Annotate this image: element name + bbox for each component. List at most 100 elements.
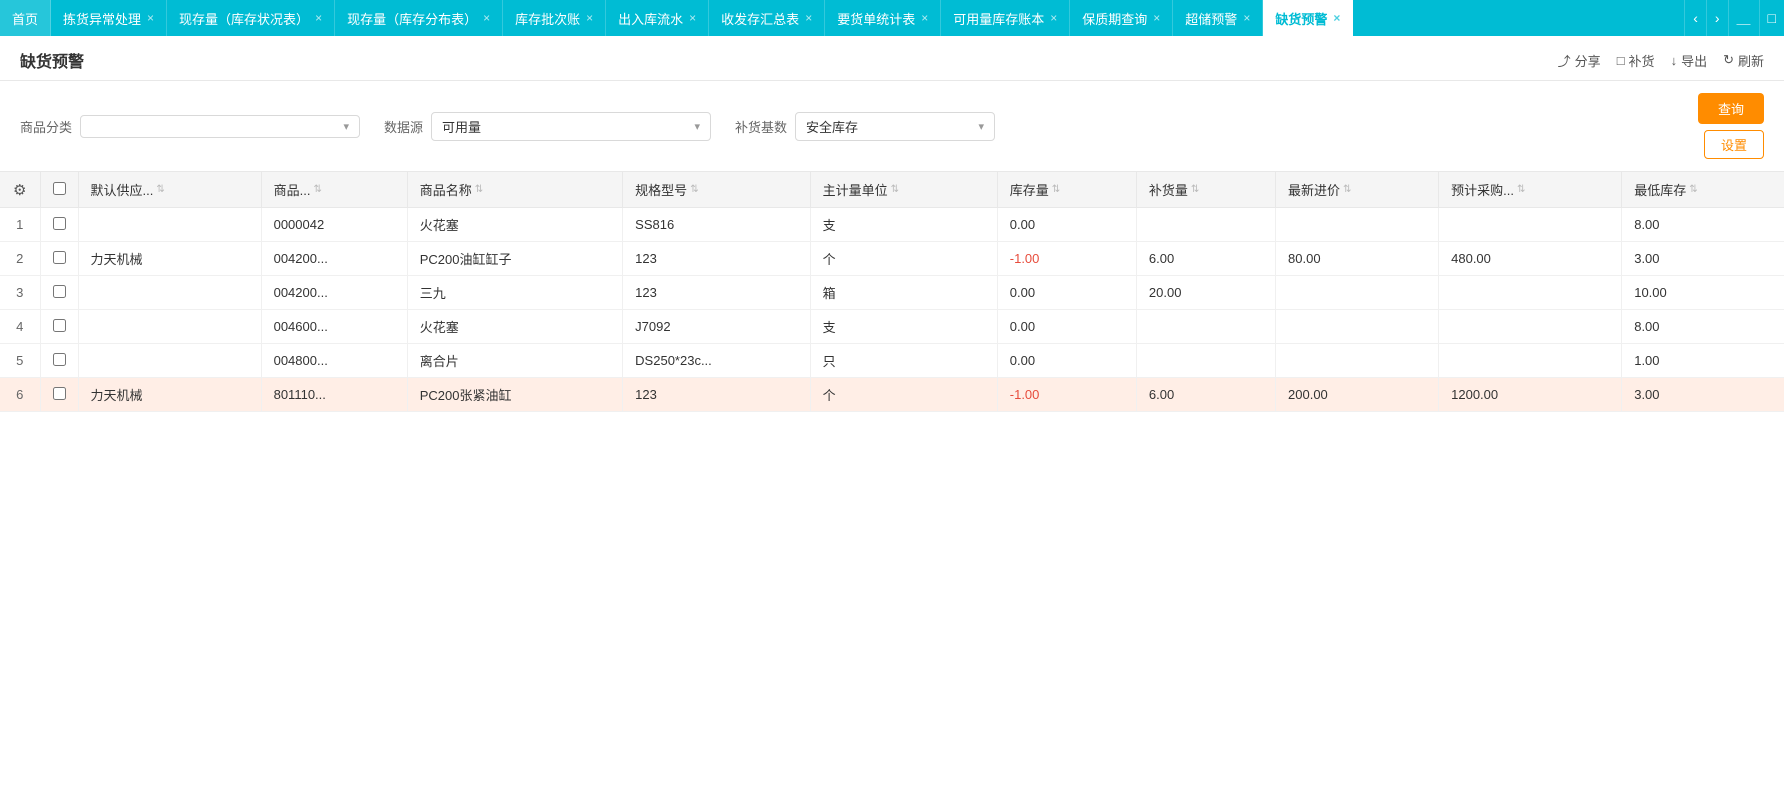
cell-stock-qty: 0.00 [997, 344, 1136, 378]
minimize-button[interactable]: ＿ [1728, 0, 1759, 36]
th-product-name: 商品名称 ⇅ [407, 172, 622, 208]
replenish-basis-label: 补货基数 [735, 117, 787, 136]
cell-supplier [78, 344, 261, 378]
tab-expiry-query[interactable]: 保质期查询 × [1070, 0, 1173, 36]
tab-close-icon[interactable]: × [1243, 12, 1250, 24]
tab-inventory-status[interactable]: 现存量（库存状况表） × [167, 0, 335, 36]
share-icon: ⤴ [1558, 51, 1571, 70]
cell-product-code: 801110... [261, 378, 407, 412]
cell-estimated-purchase [1439, 276, 1622, 310]
cell-unit: 只 [810, 344, 997, 378]
cell-index: 5 [0, 344, 40, 378]
cell-product-code: 004200... [261, 276, 407, 310]
tab-label: 收发存汇总表 [721, 9, 799, 28]
cell-min-stock: 1.00 [1622, 344, 1784, 378]
cell-index: 6 [0, 378, 40, 412]
tab-batch-account[interactable]: 库存批次账× [503, 0, 606, 36]
cell-stock-qty: 0.00 [997, 276, 1136, 310]
cell-estimated-purchase: 480.00 [1439, 242, 1622, 276]
export-icon: ↓ [1671, 53, 1678, 68]
setting-button[interactable]: 设置 [1704, 130, 1764, 159]
cell-unit: 箱 [810, 276, 997, 310]
cell-product-name: 离合片 [407, 344, 622, 378]
row-checkbox[interactable] [53, 319, 66, 332]
cell-unit: 支 [810, 310, 997, 344]
th-settings: ⚙ [0, 172, 40, 208]
tab-overstock[interactable]: 超储预警 × [1173, 0, 1263, 36]
tab-prev-button[interactable]: ‹ [1684, 0, 1706, 36]
tab-collect-summary[interactable]: 收发存汇总表 × [709, 0, 825, 36]
cell-replenish-qty: 6.00 [1136, 242, 1275, 276]
cell-latest-price: 80.00 [1276, 242, 1439, 276]
export-button[interactable]: ↓ 导出 [1671, 51, 1708, 70]
th-spec: 规格型号 ⇅ [623, 172, 810, 208]
refresh-button[interactable]: ↻ 刷新 [1723, 51, 1764, 70]
sort-price-icon: ⇅ [1343, 184, 1351, 195]
cell-unit: 个 [810, 378, 997, 412]
tab-close-icon[interactable]: × [921, 12, 928, 24]
tab-shortage[interactable]: 缺货预警× [1263, 0, 1353, 36]
category-select[interactable]: ▾ [80, 115, 360, 138]
query-button[interactable]: 查询 [1698, 93, 1764, 124]
row-checkbox[interactable] [53, 217, 66, 230]
cell-checkbox [40, 242, 78, 276]
cell-stock-qty: 0.00 [997, 310, 1136, 344]
page-header: 缺货预警 ⤴ 分享 □ 补货 ↓ 导出 ↻ 刷新 [0, 36, 1784, 81]
tab-exception[interactable]: 拣货异常处理× [51, 0, 167, 36]
cell-index: 4 [0, 310, 40, 344]
tab-label: 保质期查询 [1082, 9, 1147, 28]
cell-latest-price [1276, 344, 1439, 378]
cell-checkbox [40, 310, 78, 344]
filter-bar: 商品分类 ▾ 数据源 可用量 ▾ 补货基数 安全库存 ▾ 查询 设置 [0, 81, 1784, 171]
sort-name-icon: ⇅ [475, 184, 483, 195]
tab-inventory-dist[interactable]: 现存量（库存分布表） × [335, 0, 503, 36]
cell-min-stock: 8.00 [1622, 208, 1784, 242]
datasource-select[interactable]: 可用量 ▾ [431, 112, 711, 141]
tab-label: 要货单统计表 [837, 9, 915, 28]
row-checkbox[interactable] [53, 387, 66, 400]
column-settings-icon[interactable]: ⚙ [13, 182, 26, 199]
tab-available-ledger[interactable]: 可用量库存账本× [941, 0, 1070, 36]
select-all-checkbox[interactable] [53, 182, 66, 195]
th-min-stock: 最低库存 ⇅ [1622, 172, 1784, 208]
replenish-basis-filter-group: 补货基数 安全库存 ▾ [735, 112, 995, 141]
th-default-supplier: 默认供应... ⇅ [78, 172, 261, 208]
cell-product-name: 三九 [407, 276, 622, 310]
tab-next-button[interactable]: › [1706, 0, 1728, 36]
tab-close-icon[interactable]: × [315, 12, 322, 24]
cell-estimated-purchase [1439, 208, 1622, 242]
table-header-row: ⚙ 默认供应... ⇅ 商品... ⇅ [0, 172, 1784, 208]
row-checkbox[interactable] [53, 285, 66, 298]
share-button[interactable]: ⤴ 分享 [1558, 51, 1601, 70]
tab-close-icon[interactable]: × [586, 12, 593, 24]
tab-close-icon[interactable]: × [1333, 12, 1340, 24]
cell-latest-price [1276, 208, 1439, 242]
replenish-button[interactable]: □ 补货 [1617, 51, 1655, 70]
tab-close-icon[interactable]: × [689, 12, 696, 24]
cell-latest-price [1276, 310, 1439, 344]
th-replenish-qty: 补货量 ⇅ [1136, 172, 1275, 208]
sort-stock-icon: ⇅ [1052, 184, 1060, 195]
tab-close-icon[interactable]: × [483, 12, 490, 24]
cell-product-code: 0000042 [261, 208, 407, 242]
tab-close-icon[interactable]: × [805, 12, 812, 24]
tab-close-icon[interactable]: × [1050, 12, 1057, 24]
tab-close-icon[interactable]: × [1153, 12, 1160, 24]
replenish-basis-select[interactable]: 安全库存 ▾ [795, 112, 995, 141]
cell-checkbox [40, 344, 78, 378]
tab-home[interactable]: 首页 [0, 0, 51, 36]
cell-unit: 支 [810, 208, 997, 242]
datasource-label: 数据源 [384, 117, 423, 136]
tab-inout-flow[interactable]: 出入库流水× [606, 0, 709, 36]
tab-label: 超储预警 [1185, 9, 1237, 28]
row-checkbox[interactable] [53, 353, 66, 366]
tab-close-icon[interactable]: × [147, 12, 154, 24]
table-row: 6 力天机械 801110... PC200张紧油缸 123 个 -1.00 6… [0, 378, 1784, 412]
tab-label: 现存量（库存状况表） [179, 9, 309, 28]
cell-estimated-purchase [1439, 310, 1622, 344]
cell-checkbox [40, 378, 78, 412]
row-checkbox[interactable] [53, 251, 66, 264]
tab-order-stats[interactable]: 要货单统计表 × [825, 0, 941, 36]
maximize-button[interactable]: □ [1759, 0, 1784, 36]
tab-label: 现存量（库存分布表） [347, 9, 477, 28]
